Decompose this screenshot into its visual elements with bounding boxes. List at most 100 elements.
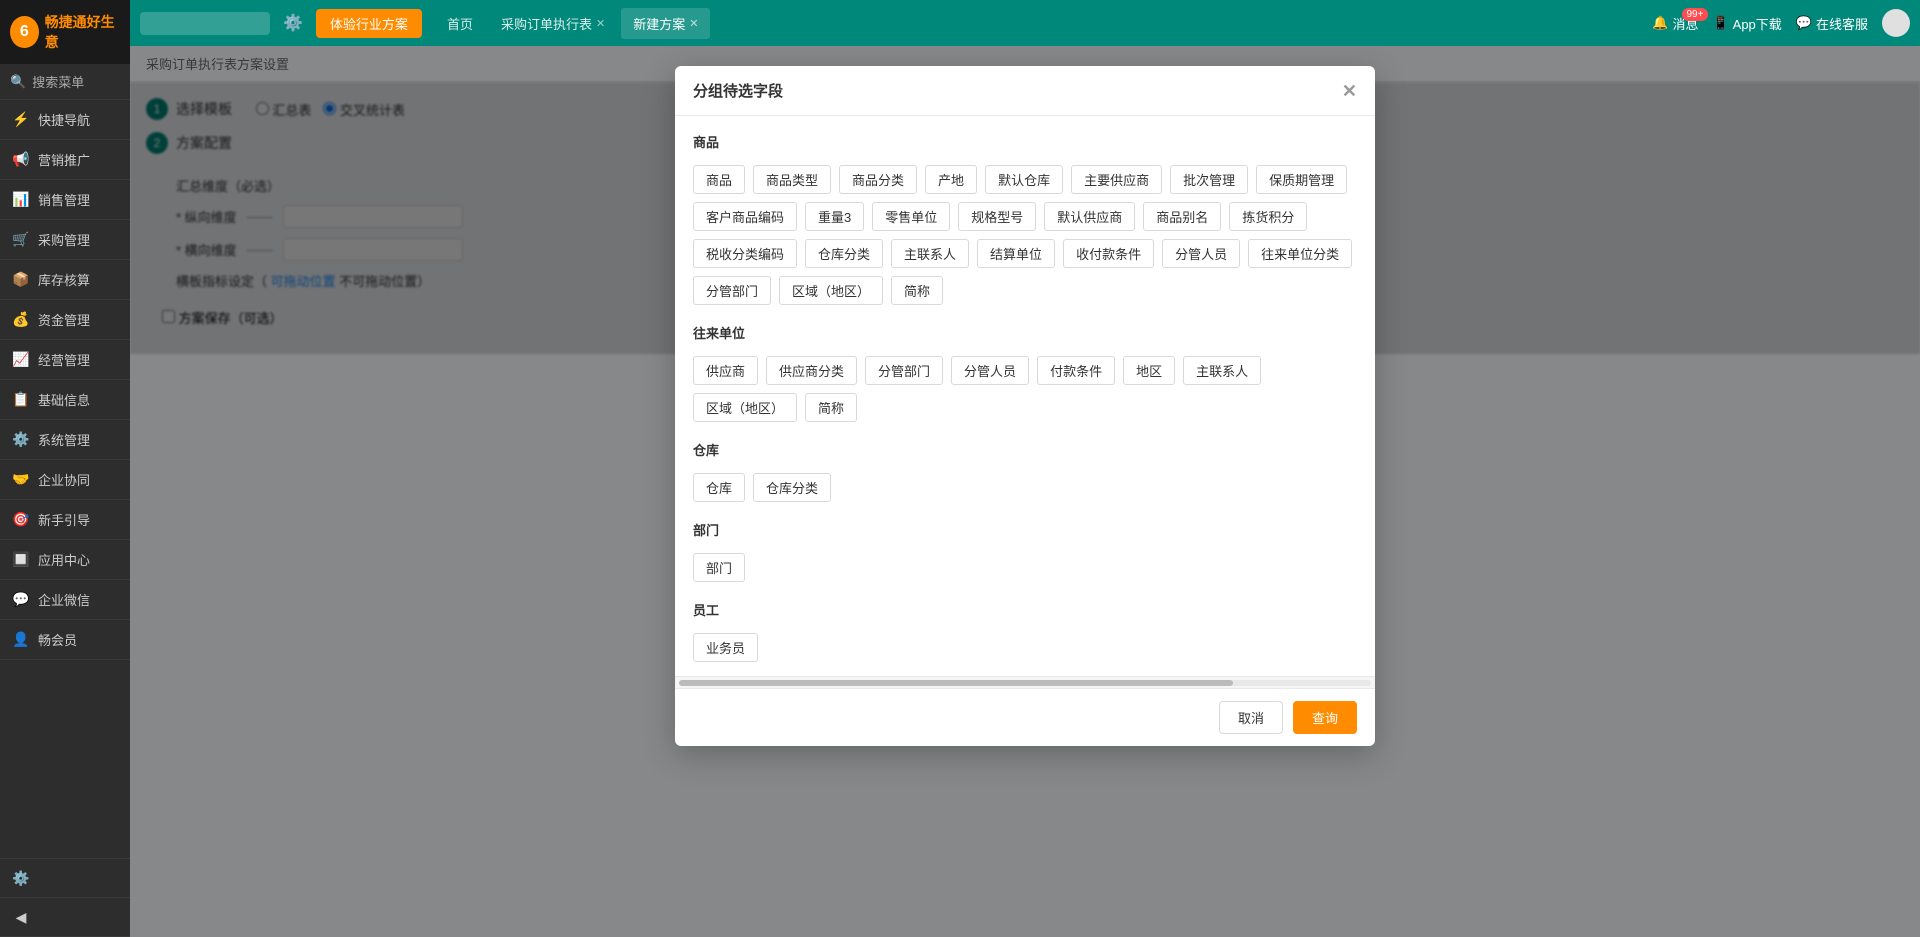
sidebar-label-system: 系统管理 bbox=[38, 430, 90, 449]
tab-close-purchase-order[interactable]: ✕ bbox=[596, 17, 605, 30]
sidebar-item-guide[interactable]: 🎯 新手引导 bbox=[0, 500, 130, 540]
field-tag[interactable]: 零售单位 bbox=[872, 202, 950, 231]
notification-item[interactable]: 🔔 消息 99+ bbox=[1652, 14, 1698, 33]
section-tags-employee: 业务员 bbox=[693, 633, 1357, 662]
tab-purchase-order[interactable]: 采购订单执行表 ✕ bbox=[489, 8, 617, 39]
sidebar-label-wechat: 企业微信 bbox=[38, 590, 90, 609]
app-center-icon: 🔲 bbox=[12, 551, 30, 569]
sidebar-item-marketing[interactable]: 📢 营销推广 bbox=[0, 140, 130, 180]
sidebar-item-purchase[interactable]: 🛒 采购管理 bbox=[0, 220, 130, 260]
sidebar-item-partner[interactable]: 🤝 企业协同 bbox=[0, 460, 130, 500]
modal-body[interactable]: 商品商品商品类型商品分类产地默认仓库主要供应商批次管理保质期管理客户商品编码重量… bbox=[675, 116, 1375, 676]
field-tag[interactable]: 简称 bbox=[805, 393, 857, 422]
sidebar: 6 畅捷通好生意 🔍 搜索菜单 ⚡ 快捷导航📢 营销推广📊 销售管理🛒 采购管理… bbox=[0, 0, 130, 937]
field-tag[interactable]: 商品类型 bbox=[753, 165, 831, 194]
tab-close-new-plan[interactable]: ✕ bbox=[689, 17, 698, 30]
header-search-input[interactable] bbox=[140, 12, 270, 35]
field-tag[interactable]: 供应商 bbox=[693, 356, 758, 385]
field-tag[interactable]: 仓库分类 bbox=[805, 239, 883, 268]
section-tags-warehouse: 仓库仓库分类 bbox=[693, 473, 1357, 502]
header-settings-icon[interactable]: ⚙️ bbox=[283, 13, 303, 33]
modal-close-button[interactable]: ✕ bbox=[1342, 82, 1357, 100]
field-tag[interactable]: 保质期管理 bbox=[1256, 165, 1347, 194]
section-title-warehouse: 仓库 bbox=[693, 440, 1357, 463]
sidebar-item-member[interactable]: 👤 畅会员 bbox=[0, 620, 130, 660]
field-tag[interactable]: 付款条件 bbox=[1037, 356, 1115, 385]
field-tag[interactable]: 分管人员 bbox=[951, 356, 1029, 385]
field-tag[interactable]: 商品分类 bbox=[839, 165, 917, 194]
sidebar-item-base[interactable]: 📋 基础信息 bbox=[0, 380, 130, 420]
header-right: 🔔 消息 99+ 📱 App下载 💬 在线客服 bbox=[1652, 9, 1910, 37]
sidebar-item-operations[interactable]: 📈 经营管理 bbox=[0, 340, 130, 380]
field-tag[interactable]: 规格型号 bbox=[958, 202, 1036, 231]
field-tag[interactable]: 部门 bbox=[693, 553, 745, 582]
user-avatar[interactable] bbox=[1882, 9, 1910, 37]
field-tag[interactable]: 默认仓库 bbox=[985, 165, 1063, 194]
field-tag[interactable]: 商品别名 bbox=[1143, 202, 1221, 231]
field-tag[interactable]: 区域（地区） bbox=[779, 276, 883, 305]
sidebar-label-purchase: 采购管理 bbox=[38, 230, 90, 249]
confirm-button[interactable]: 查询 bbox=[1293, 701, 1357, 734]
field-tag[interactable]: 区域（地区） bbox=[693, 393, 797, 422]
field-tag[interactable]: 分管人员 bbox=[1162, 239, 1240, 268]
modal-overlay: 分组待选字段 ✕ 商品商品商品类型商品分类产地默认仓库主要供应商批次管理保质期管… bbox=[130, 46, 1920, 937]
field-tag[interactable]: 拣货积分 bbox=[1229, 202, 1307, 231]
tab-home[interactable]: 首页 bbox=[435, 8, 485, 39]
sales-icon: 📊 bbox=[12, 191, 30, 209]
cancel-button[interactable]: 取消 bbox=[1219, 701, 1283, 734]
sidebar-item-finance[interactable]: 💰 资金管理 bbox=[0, 300, 130, 340]
field-tag[interactable]: 分管部门 bbox=[693, 276, 771, 305]
field-tag[interactable]: 主联系人 bbox=[1183, 356, 1261, 385]
quick-nav-icon: ⚡ bbox=[12, 111, 30, 129]
avatar-icon bbox=[1882, 9, 1910, 37]
field-tag[interactable]: 仓库 bbox=[693, 473, 745, 502]
field-tag[interactable]: 重量3 bbox=[805, 202, 864, 231]
field-tag[interactable]: 收付款条件 bbox=[1063, 239, 1154, 268]
collapse-icon: ◀ bbox=[12, 908, 30, 926]
field-tag[interactable]: 税收分类编码 bbox=[693, 239, 797, 268]
field-tag[interactable]: 地区 bbox=[1123, 356, 1175, 385]
sidebar-item-wechat[interactable]: 💬 企业微信 bbox=[0, 580, 130, 620]
field-tag[interactable]: 批次管理 bbox=[1170, 165, 1248, 194]
settings-icon: ⚙️ bbox=[12, 869, 30, 887]
field-tag[interactable]: 结算单位 bbox=[977, 239, 1055, 268]
app-download-item[interactable]: 📱 App下载 bbox=[1712, 14, 1781, 33]
sidebar-item-settings[interactable]: ⚙️ bbox=[0, 859, 130, 898]
modal-header: 分组待选字段 ✕ bbox=[675, 66, 1375, 116]
app-download-label: App下载 bbox=[1733, 14, 1782, 33]
tab-label-home: 首页 bbox=[447, 14, 473, 33]
field-tag[interactable]: 默认供应商 bbox=[1044, 202, 1135, 231]
online-service-item[interactable]: 💬 在线客服 bbox=[1796, 14, 1868, 33]
wechat-icon: 💬 bbox=[12, 591, 30, 609]
tab-label-purchase-order: 采购订单执行表 bbox=[501, 14, 592, 33]
sidebar-item-inventory[interactable]: 📦 库存核算 bbox=[0, 260, 130, 300]
trial-button[interactable]: 体验行业方案 bbox=[316, 9, 422, 38]
tab-new-plan[interactable]: 新建方案 ✕ bbox=[621, 8, 710, 39]
field-tag[interactable]: 分管部门 bbox=[865, 356, 943, 385]
sidebar-label-marketing: 营销推广 bbox=[38, 150, 90, 169]
field-tag[interactable]: 主要供应商 bbox=[1071, 165, 1162, 194]
sidebar-item-collapse[interactable]: ◀ bbox=[0, 898, 130, 937]
sidebar-label-quick-nav: 快捷导航 bbox=[38, 110, 90, 129]
field-tag[interactable]: 主联系人 bbox=[891, 239, 969, 268]
sidebar-search[interactable]: 🔍 搜索菜单 bbox=[0, 64, 130, 100]
field-tag[interactable]: 仓库分类 bbox=[753, 473, 831, 502]
notification-icon: 🔔 bbox=[1652, 15, 1668, 31]
base-icon: 📋 bbox=[12, 391, 30, 409]
sidebar-item-quick-nav[interactable]: ⚡ 快捷导航 bbox=[0, 100, 130, 140]
sidebar-item-sales[interactable]: 📊 销售管理 bbox=[0, 180, 130, 220]
field-tag[interactable]: 供应商分类 bbox=[766, 356, 857, 385]
main-content: 采购订单执行表方案设置 1 选择模板 汇总表 交叉统计表 2 方案配置 汇总维度… bbox=[130, 46, 1920, 937]
sidebar-item-app-center[interactable]: 🔲 应用中心 bbox=[0, 540, 130, 580]
modal-section-goods: 商品商品商品类型商品分类产地默认仓库主要供应商批次管理保质期管理客户商品编码重量… bbox=[693, 132, 1357, 305]
sidebar-item-system[interactable]: ⚙️ 系统管理 bbox=[0, 420, 130, 460]
modal-horizontal-scrollbar[interactable] bbox=[675, 676, 1375, 688]
app-name: 畅捷通好生意 bbox=[45, 12, 120, 52]
field-tag[interactable]: 产地 bbox=[925, 165, 977, 194]
field-tag[interactable]: 商品 bbox=[693, 165, 745, 194]
online-service-label: 在线客服 bbox=[1816, 14, 1868, 33]
field-tag[interactable]: 往来单位分类 bbox=[1248, 239, 1352, 268]
field-tag[interactable]: 客户商品编码 bbox=[693, 202, 797, 231]
field-tag[interactable]: 简称 bbox=[891, 276, 943, 305]
field-tag[interactable]: 业务员 bbox=[693, 633, 758, 662]
